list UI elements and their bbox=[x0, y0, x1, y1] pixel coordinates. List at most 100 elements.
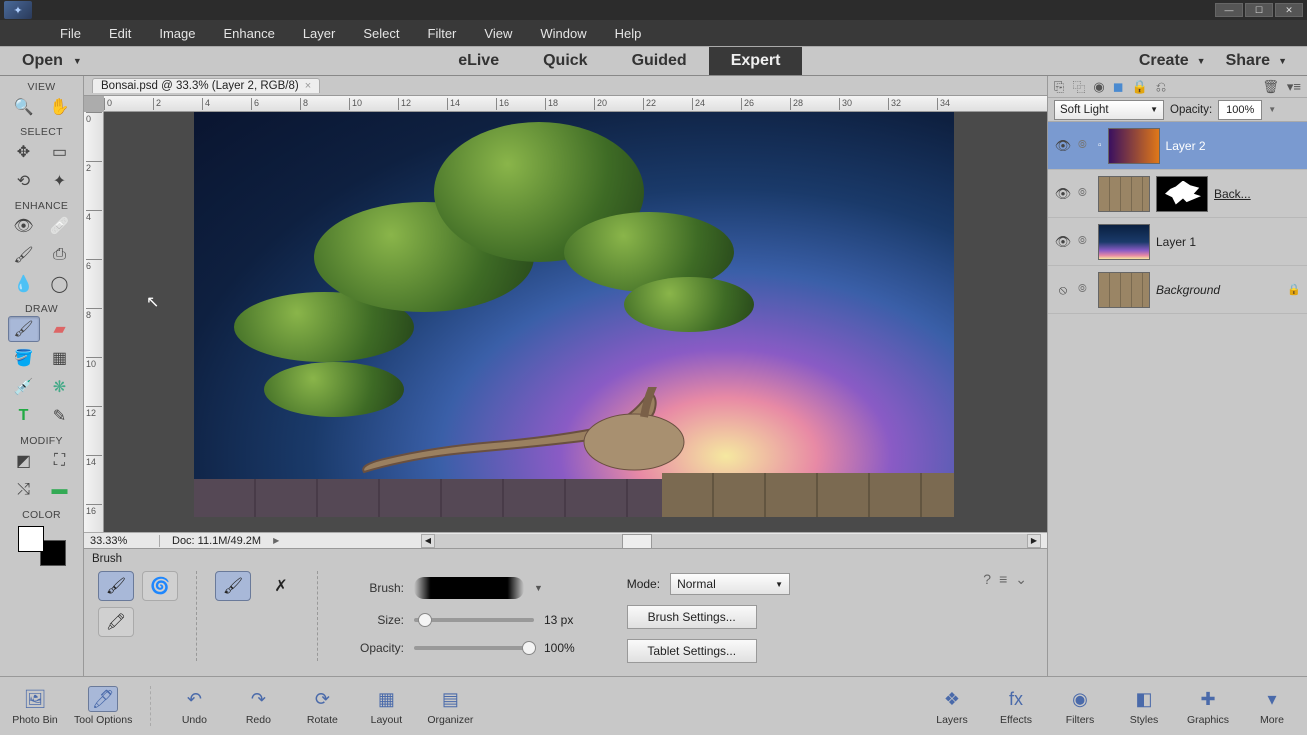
lock-toggle[interactable]: ⦾ bbox=[1078, 139, 1092, 152]
visibility-toggle[interactable]: 👁 bbox=[1054, 234, 1072, 250]
bottom-effects[interactable]: fxEffects bbox=[991, 686, 1041, 726]
canvas-image[interactable] bbox=[194, 112, 954, 517]
layer-row[interactable]: 👁⦾Layer 1 bbox=[1048, 218, 1307, 266]
content-move-tool[interactable]: ⤭ bbox=[8, 477, 40, 503]
magic-wand-tool[interactable]: ✦ bbox=[44, 168, 76, 194]
horizontal-scrollbar[interactable]: ◀▶ bbox=[421, 534, 1041, 548]
lock-icon[interactable]: 🔒 bbox=[1132, 79, 1148, 95]
bottom-photo-bin[interactable]: 🖼Photo Bin bbox=[10, 686, 60, 726]
help-icon[interactable]: ? bbox=[983, 571, 991, 588]
blur-tool[interactable]: 💧 bbox=[8, 271, 40, 297]
layer-blend-dropdown[interactable]: Soft Light▼ bbox=[1054, 100, 1164, 120]
brush-tool[interactable]: 🖌 bbox=[8, 316, 40, 342]
bottom-filters[interactable]: ◉Filters bbox=[1055, 686, 1105, 726]
zoom-readout[interactable]: 33.33% bbox=[90, 535, 160, 547]
bottom-undo[interactable]: ↶Undo bbox=[169, 686, 219, 726]
menu-help[interactable]: Help bbox=[605, 23, 652, 44]
bottom-redo[interactable]: ↷Redo bbox=[233, 686, 283, 726]
healing-tool[interactable]: 🩹 bbox=[44, 213, 76, 239]
opacity-slider[interactable] bbox=[414, 646, 534, 650]
shape-tool[interactable]: ❋ bbox=[44, 374, 76, 400]
menu-icon[interactable]: ≡ bbox=[999, 571, 1007, 588]
fill-tool[interactable]: 🪣 bbox=[8, 345, 40, 371]
marquee-tool[interactable]: ▭ bbox=[44, 139, 76, 165]
new-layer-icon[interactable]: ⎘ bbox=[1054, 79, 1064, 95]
visibility-toggle[interactable]: ⦸ bbox=[1054, 282, 1072, 298]
close-button[interactable]: ✕ bbox=[1275, 3, 1303, 17]
recompose-tool[interactable]: ⛶ bbox=[44, 448, 76, 474]
tablet-settings-button[interactable]: Tablet Settings... bbox=[627, 639, 757, 663]
sponge-tool[interactable]: ◯ bbox=[44, 271, 76, 297]
redeye-tool[interactable]: 👁 bbox=[8, 213, 40, 239]
share-button[interactable]: Share▼ bbox=[1226, 52, 1287, 70]
canvas-viewport[interactable]: ↖ bbox=[104, 112, 1047, 532]
bottom-graphics[interactable]: ✚Graphics bbox=[1183, 686, 1233, 726]
bottom-more[interactable]: ▾More bbox=[1247, 686, 1297, 726]
new-group-icon[interactable]: ⿻ bbox=[1072, 77, 1085, 96]
mode-tab-expert[interactable]: Expert bbox=[709, 47, 803, 75]
crop-tool[interactable]: ◩ bbox=[8, 448, 40, 474]
straighten-tool[interactable]: ▬ bbox=[44, 477, 76, 503]
color-replace-subtool[interactable]: 🖍 bbox=[98, 607, 134, 637]
layer-thumbnail[interactable] bbox=[1108, 128, 1160, 164]
brush-settings-button[interactable]: Brush Settings... bbox=[627, 605, 757, 629]
link-icon[interactable]: ⎌ bbox=[1156, 79, 1166, 95]
bottom-rotate[interactable]: ⟳Rotate bbox=[297, 686, 347, 726]
smart-brush-tool[interactable]: 🖌 bbox=[8, 242, 40, 268]
mode-tab-guided[interactable]: Guided bbox=[610, 47, 709, 75]
menu-window[interactable]: Window bbox=[530, 23, 596, 44]
lock-toggle[interactable]: ⦾ bbox=[1078, 235, 1092, 248]
clone-stamp-tool[interactable]: ⎙ bbox=[44, 242, 76, 268]
size-slider[interactable] bbox=[414, 618, 534, 622]
move-tool[interactable]: ✥ bbox=[8, 139, 40, 165]
menu-edit[interactable]: Edit bbox=[99, 23, 141, 44]
brush-preview[interactable] bbox=[414, 577, 524, 599]
eraser-tool[interactable]: ▰ bbox=[44, 316, 76, 342]
layer-row[interactable]: 👁⦾▫Layer 2 bbox=[1048, 122, 1307, 170]
mode-tab-quick[interactable]: Quick bbox=[521, 47, 609, 75]
layer-row[interactable]: 👁⦾Back... bbox=[1048, 170, 1307, 218]
bottom-layout[interactable]: ▦Layout bbox=[361, 686, 411, 726]
menu-layer[interactable]: Layer bbox=[293, 23, 346, 44]
brush-type-b[interactable]: ✗ bbox=[263, 571, 299, 601]
close-tab-icon[interactable]: × bbox=[305, 80, 311, 92]
impressionist-subtool[interactable]: 🌀 bbox=[142, 571, 178, 601]
layer-thumbnail[interactable] bbox=[1098, 272, 1150, 308]
color-swatches[interactable] bbox=[18, 526, 66, 566]
adjustment-icon[interactable]: ◉ bbox=[1093, 79, 1104, 95]
blend-mode-dropdown[interactable]: Normal▼ bbox=[670, 573, 790, 595]
lock-toggle[interactable]: ⦾ bbox=[1078, 283, 1092, 296]
menu-file[interactable]: File bbox=[50, 23, 91, 44]
create-button[interactable]: Create▼ bbox=[1139, 52, 1206, 70]
zoom-tool[interactable]: 🔍 bbox=[8, 94, 40, 120]
menu-image[interactable]: Image bbox=[149, 23, 205, 44]
maximize-button[interactable]: ☐ bbox=[1245, 3, 1273, 17]
foreground-color[interactable] bbox=[18, 526, 44, 552]
menu-filter[interactable]: Filter bbox=[418, 23, 467, 44]
layer-opacity-field[interactable]: 100% bbox=[1218, 100, 1262, 120]
menu-select[interactable]: Select bbox=[353, 23, 409, 44]
layer-thumbnail[interactable] bbox=[1098, 224, 1150, 260]
layer-thumbnail[interactable] bbox=[1098, 176, 1150, 212]
bottom-tool-options[interactable]: 🖊Tool Options bbox=[74, 686, 132, 726]
layer-name[interactable]: Back... bbox=[1214, 187, 1301, 201]
pencil-tool[interactable]: ✎ bbox=[44, 403, 76, 429]
lasso-tool[interactable]: ⟲ bbox=[8, 168, 40, 194]
bottom-layers[interactable]: ❖Layers bbox=[927, 686, 977, 726]
text-tool[interactable]: T bbox=[8, 403, 40, 429]
visibility-toggle[interactable]: 👁 bbox=[1054, 138, 1072, 154]
lock-toggle[interactable]: ⦾ bbox=[1078, 187, 1092, 200]
layer-name[interactable]: Layer 2 bbox=[1166, 139, 1301, 153]
layer-row[interactable]: ⦸⦾Background🔒 bbox=[1048, 266, 1307, 314]
mode-tab-elive[interactable]: eLive bbox=[436, 47, 521, 75]
collapse-icon[interactable]: ⌄ bbox=[1015, 571, 1027, 588]
brush-subtool[interactable]: 🖌 bbox=[98, 571, 134, 601]
layer-name[interactable]: Background bbox=[1156, 283, 1281, 297]
open-button[interactable]: Open▼ bbox=[0, 47, 100, 75]
gradient-tool[interactable]: ▦ bbox=[44, 345, 76, 371]
menu-view[interactable]: View bbox=[474, 23, 522, 44]
eyedropper-tool[interactable]: 💉 bbox=[8, 374, 40, 400]
minimize-button[interactable]: — bbox=[1215, 3, 1243, 17]
brush-type-a[interactable]: 🖌 bbox=[215, 571, 251, 601]
panel-menu-icon[interactable]: ▾≡ bbox=[1287, 79, 1301, 95]
